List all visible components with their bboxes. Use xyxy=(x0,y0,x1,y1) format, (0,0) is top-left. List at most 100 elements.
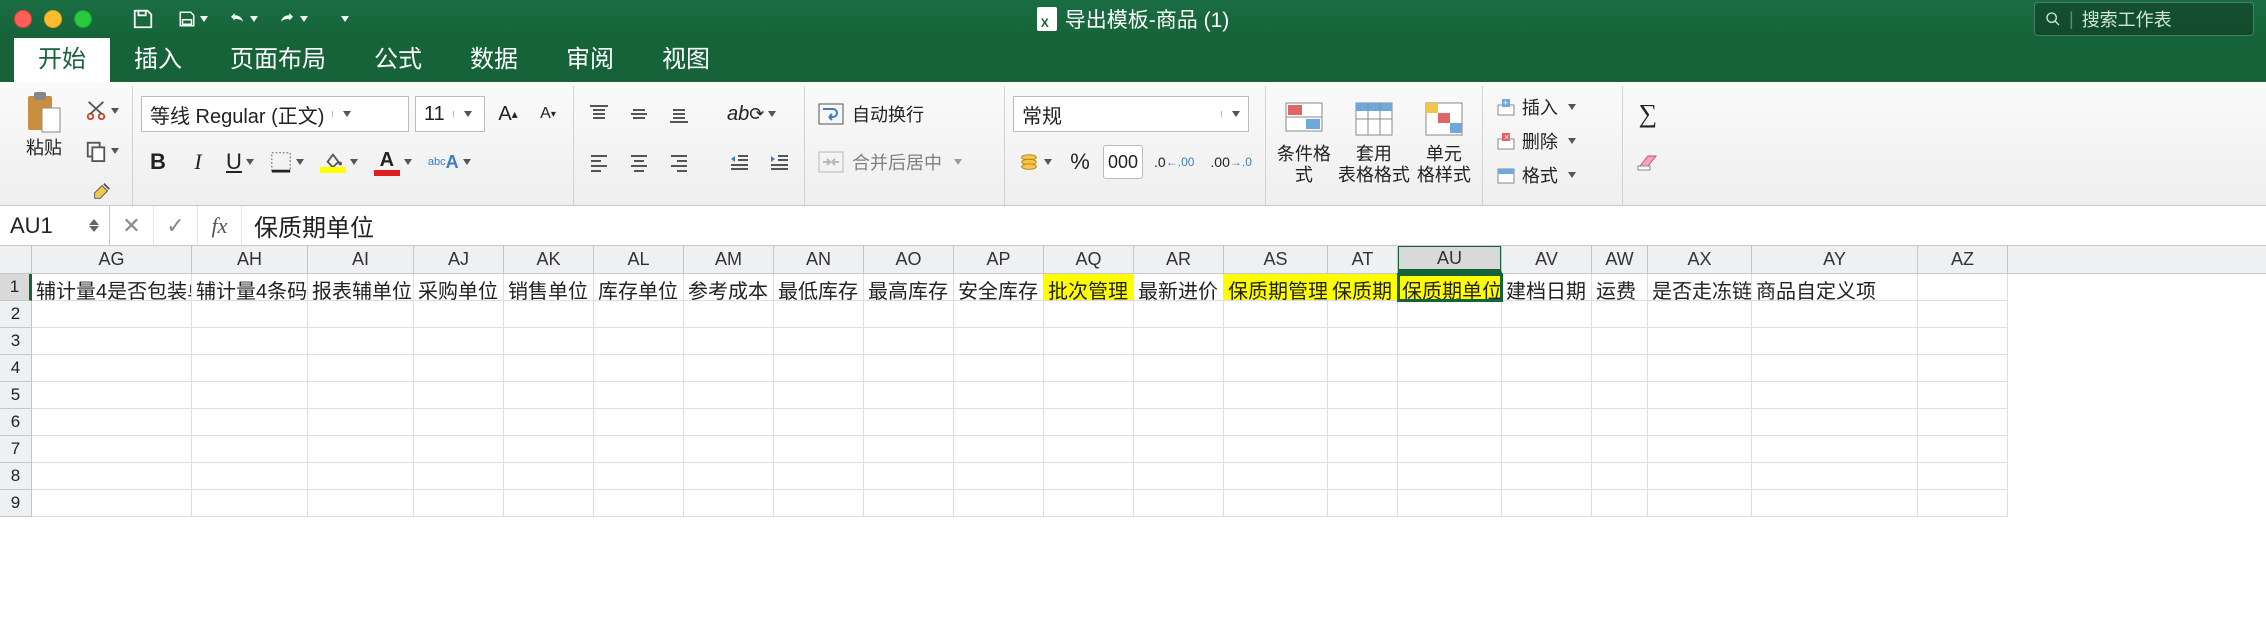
cancel-formula-button[interactable]: ✕ xyxy=(110,206,154,245)
cell[interactable] xyxy=(594,409,684,436)
cell[interactable] xyxy=(192,409,308,436)
cell[interactable] xyxy=(594,463,684,490)
align-middle-button[interactable] xyxy=(622,97,656,131)
italic-button[interactable]: I xyxy=(181,145,215,179)
column-header-AW[interactable]: AW xyxy=(1592,246,1648,273)
orientation-button[interactable]: ab⟳ xyxy=(722,97,781,131)
delete-cells-button[interactable]: ×删除 xyxy=(1491,124,1581,158)
cell[interactable] xyxy=(1224,463,1328,490)
cell[interactable] xyxy=(1398,382,1502,409)
cell[interactable] xyxy=(864,490,954,517)
column-header-AK[interactable]: AK xyxy=(504,246,594,273)
cell[interactable] xyxy=(1134,301,1224,328)
cell[interactable] xyxy=(1224,409,1328,436)
format-cells-button[interactable]: 格式 xyxy=(1491,158,1581,192)
cell[interactable] xyxy=(504,409,594,436)
cell[interactable] xyxy=(308,490,414,517)
cell[interactable]: 库存单位 xyxy=(594,274,684,301)
cell[interactable]: 安全库存 xyxy=(954,274,1044,301)
cell[interactable] xyxy=(1918,382,2008,409)
insert-cells-button[interactable]: +插入 xyxy=(1491,90,1581,124)
cell[interactable] xyxy=(32,463,192,490)
cell[interactable] xyxy=(594,436,684,463)
cell[interactable] xyxy=(1328,328,1398,355)
number-format-combo[interactable]: 常规 xyxy=(1013,96,1249,132)
column-header-AO[interactable]: AO xyxy=(864,246,954,273)
cell[interactable] xyxy=(414,463,504,490)
align-bottom-button[interactable] xyxy=(662,97,696,131)
cell[interactable] xyxy=(1328,463,1398,490)
cell[interactable] xyxy=(684,490,774,517)
comma-button[interactable]: 000 xyxy=(1103,145,1143,179)
cell[interactable] xyxy=(684,301,774,328)
cell[interactable] xyxy=(1648,355,1752,382)
cell[interactable] xyxy=(1328,409,1398,436)
cell[interactable] xyxy=(1398,355,1502,382)
cell[interactable] xyxy=(308,463,414,490)
cell[interactable] xyxy=(954,409,1044,436)
align-left-button[interactable] xyxy=(582,145,616,179)
percent-button[interactable]: % xyxy=(1063,145,1097,179)
cell[interactable] xyxy=(1398,409,1502,436)
cell[interactable] xyxy=(684,463,774,490)
cell[interactable] xyxy=(192,382,308,409)
tab-formulas[interactable]: 公式 xyxy=(350,33,446,82)
tab-data[interactable]: 数据 xyxy=(446,33,542,82)
cell[interactable] xyxy=(1502,463,1592,490)
increase-decimal-button[interactable]: .0←.00 xyxy=(1149,145,1199,179)
cell[interactable] xyxy=(1648,301,1752,328)
cell[interactable] xyxy=(1918,436,2008,463)
cell[interactable] xyxy=(954,355,1044,382)
cell[interactable] xyxy=(32,382,192,409)
row-header[interactable]: 2 xyxy=(0,301,32,328)
merge-center-button[interactable]: 合并后居中 xyxy=(813,145,967,179)
cell[interactable] xyxy=(308,436,414,463)
cell[interactable] xyxy=(414,436,504,463)
cell[interactable]: 最高库存 xyxy=(864,274,954,301)
cell[interactable] xyxy=(1328,301,1398,328)
cell[interactable] xyxy=(1648,436,1752,463)
cell[interactable] xyxy=(864,463,954,490)
cell[interactable] xyxy=(1398,463,1502,490)
column-header-AN[interactable]: AN xyxy=(774,246,864,273)
cell[interactable] xyxy=(594,355,684,382)
column-header-AV[interactable]: AV xyxy=(1502,246,1592,273)
customize-qat-button[interactable] xyxy=(328,4,358,34)
column-header-AJ[interactable]: AJ xyxy=(414,246,504,273)
table-format-button[interactable]: 套用 表格格式 xyxy=(1344,96,1404,185)
cell[interactable] xyxy=(594,490,684,517)
row-header[interactable]: 6 xyxy=(0,409,32,436)
cell[interactable] xyxy=(1918,301,2008,328)
cell[interactable] xyxy=(1044,463,1134,490)
cut-button[interactable] xyxy=(80,94,124,128)
row-header[interactable]: 8 xyxy=(0,463,32,490)
cell[interactable] xyxy=(1752,382,1918,409)
column-header-AS[interactable]: AS xyxy=(1224,246,1328,273)
row-header[interactable]: 9 xyxy=(0,490,32,517)
cell[interactable] xyxy=(1328,355,1398,382)
autosum-button[interactable]: ∑ xyxy=(1631,97,1665,131)
cell[interactable] xyxy=(684,436,774,463)
decrease-decimal-button[interactable]: .00→.0 xyxy=(1205,145,1256,179)
cell[interactable] xyxy=(32,301,192,328)
cell[interactable] xyxy=(414,490,504,517)
cell[interactable] xyxy=(1224,355,1328,382)
cell[interactable] xyxy=(1044,355,1134,382)
cell[interactable] xyxy=(192,301,308,328)
cell[interactable] xyxy=(1328,436,1398,463)
cell[interactable] xyxy=(594,301,684,328)
column-header-AH[interactable]: AH xyxy=(192,246,308,273)
cell[interactable] xyxy=(774,382,864,409)
cell[interactable] xyxy=(32,355,192,382)
cell[interactable] xyxy=(1134,355,1224,382)
cell[interactable] xyxy=(1592,301,1648,328)
format-painter-button[interactable] xyxy=(80,174,124,208)
cell[interactable] xyxy=(594,382,684,409)
cell[interactable] xyxy=(954,490,1044,517)
autosave-icon[interactable] xyxy=(128,4,158,34)
column-header-AX[interactable]: AX xyxy=(1648,246,1752,273)
border-button[interactable] xyxy=(265,145,309,179)
fx-button[interactable]: fx xyxy=(198,206,242,245)
font-name-combo[interactable]: 等线 Regular (正文) xyxy=(141,96,409,132)
cell[interactable] xyxy=(774,409,864,436)
